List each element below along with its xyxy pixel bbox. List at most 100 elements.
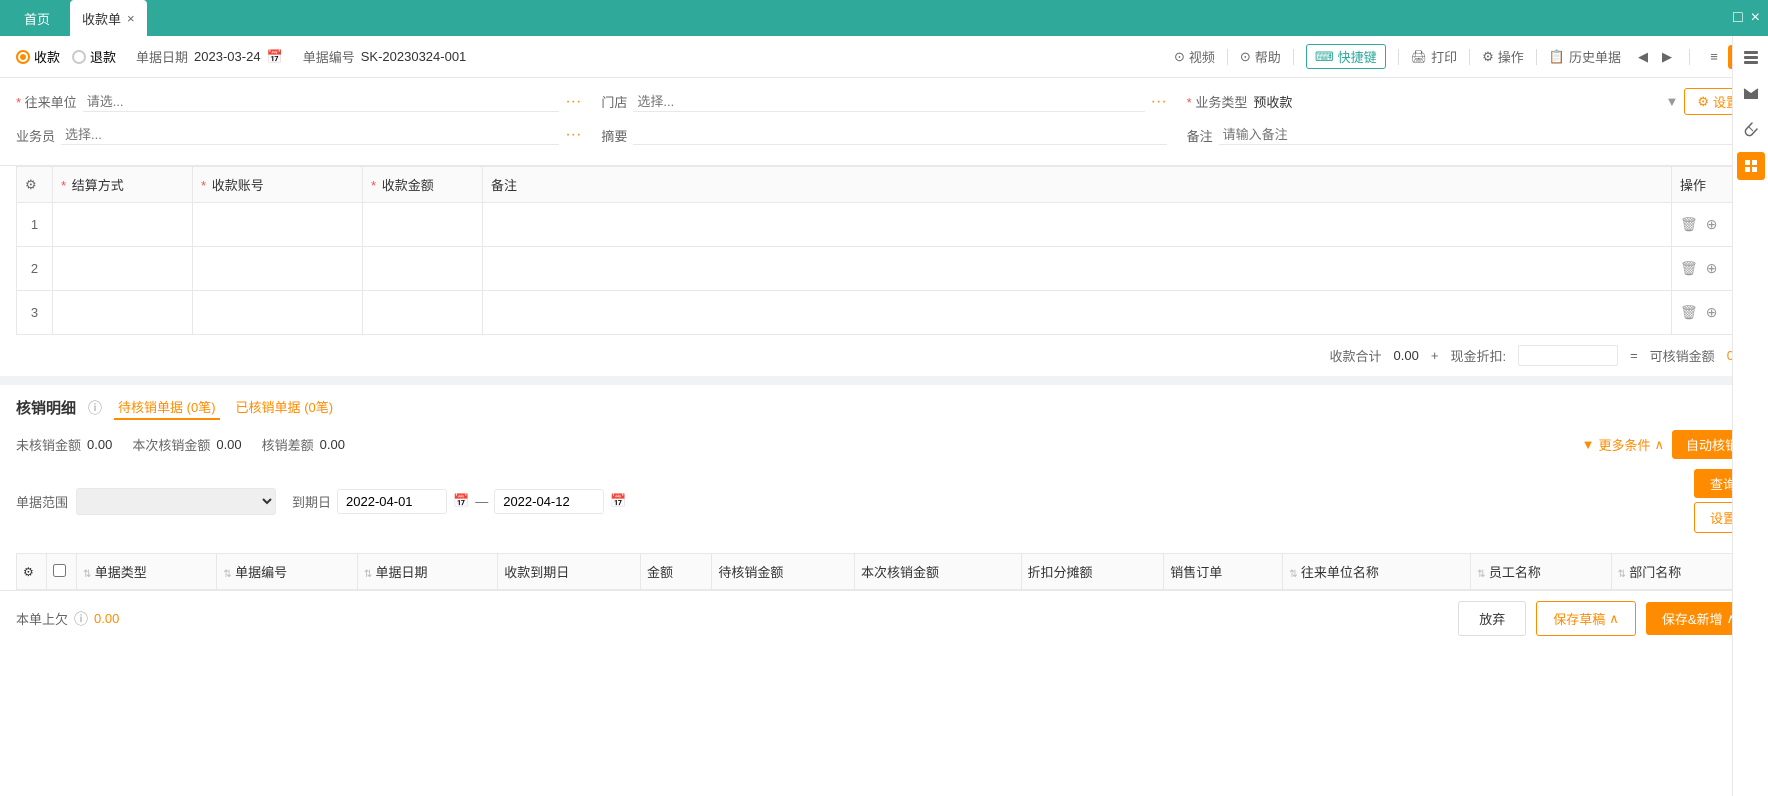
- bottom-th-settings[interactable]: ⚙: [17, 554, 47, 590]
- row-3-copy-icon[interactable]: ⊕: [1706, 304, 1718, 321]
- bottom-th-doc-type: ⇅ 单据类型: [77, 554, 217, 590]
- summary-input[interactable]: [633, 125, 1166, 145]
- bottom-col-7-label: 折扣分摊额: [1028, 565, 1093, 580]
- bottom-th-pending: 待核销金额: [712, 554, 855, 590]
- store-input[interactable]: [633, 92, 1144, 112]
- plus-sign: +: [1431, 348, 1439, 363]
- sidebar-attachment-icon[interactable]: [1737, 116, 1765, 144]
- sidebar-table-icon[interactable]: [1737, 44, 1765, 72]
- row-1-delete-icon[interactable]: 🗑: [1680, 216, 1698, 233]
- maximize-icon[interactable]: □: [1733, 9, 1743, 27]
- done-tab[interactable]: 已核销单据 (0笔): [232, 395, 338, 420]
- calendar-icon[interactable]: 📅: [267, 49, 283, 65]
- calendar-from-icon[interactable]: 📅: [453, 493, 469, 509]
- discount-input[interactable]: [1518, 345, 1618, 366]
- bottom-th-partner: ⇅ 往来单位名称: [1283, 554, 1471, 590]
- row-3-num: 3: [17, 291, 53, 335]
- radio-refund[interactable]: 退款: [72, 47, 116, 66]
- done-tab-label: 已核销单据: [236, 400, 301, 415]
- row-1-account[interactable]: [193, 203, 363, 247]
- list-view-btn[interactable]: ≡: [1702, 45, 1726, 69]
- row-1-amount[interactable]: [363, 203, 483, 247]
- row-3-account[interactable]: [193, 291, 363, 335]
- doc-range-select[interactable]: [76, 488, 276, 515]
- tab-home[interactable]: 首页: [8, 0, 66, 36]
- prev-btn[interactable]: ◀: [1633, 47, 1653, 67]
- row-2-account[interactable]: [193, 247, 363, 291]
- salesperson-input[interactable]: [61, 125, 559, 145]
- tab-close-icon[interactable]: ×: [127, 11, 135, 26]
- row-3-delete-icon[interactable]: 🗑: [1680, 304, 1698, 321]
- salesperson-field: 业务员 ···: [16, 125, 581, 145]
- business-type-dropdown-icon[interactable]: ▼: [1665, 94, 1678, 109]
- radio-receipt[interactable]: 收款: [16, 47, 60, 66]
- video-btn[interactable]: ⊙ 视频: [1174, 47, 1215, 66]
- tab-bar-right: □ ×: [1733, 9, 1760, 27]
- from-unit-more-btn[interactable]: ···: [565, 94, 581, 110]
- print-icon: 🖨: [1411, 49, 1428, 65]
- divider-1: [1227, 49, 1228, 65]
- date-to-input[interactable]: [494, 489, 604, 514]
- summary-row: 收款合计 0.00 + 现金折扣: = 可核销金额 0.00: [0, 335, 1768, 377]
- row-3-amount[interactable]: [363, 291, 483, 335]
- section-divider: [0, 377, 1768, 385]
- row-1-remark[interactable]: [483, 203, 1672, 247]
- equals-sign: =: [1630, 348, 1638, 363]
- sidebar-screen-icon[interactable]: [1737, 152, 1765, 180]
- bottom-th-checkbox[interactable]: [47, 554, 77, 590]
- bottom-col-1-label: 单据编号: [235, 565, 287, 580]
- row-2-amount[interactable]: [363, 247, 483, 291]
- store-more-btn[interactable]: ···: [1151, 94, 1167, 110]
- bottom-th-doc-date: ⇅ 单据日期: [357, 554, 497, 590]
- table-row: 1 🗑 ⊕: [17, 203, 1752, 247]
- select-all-checkbox[interactable]: [53, 564, 66, 577]
- th-amount: * 收款金额: [363, 167, 483, 203]
- calendar-to-icon[interactable]: 📅: [610, 493, 626, 509]
- pending-tab[interactable]: 待核销单据 (0笔): [114, 395, 220, 420]
- shortcut-btn[interactable]: ⌨ 快捷键: [1306, 44, 1386, 69]
- row-1-copy-icon[interactable]: ⊕: [1706, 216, 1718, 233]
- table-settings-gear-icon[interactable]: ⚙: [25, 177, 37, 192]
- row-1-num: 1: [17, 203, 53, 247]
- th-settings[interactable]: ⚙: [17, 167, 53, 203]
- history-btn[interactable]: 📋 历史单据: [1549, 47, 1621, 66]
- date-field: 单据日期 2023-03-24 📅: [136, 47, 283, 66]
- current-stat: 本次核销金额 0.00: [132, 435, 241, 454]
- from-unit-input[interactable]: [83, 92, 560, 112]
- row-2-payment[interactable]: [53, 247, 193, 291]
- row-2-remark[interactable]: [483, 247, 1672, 291]
- number-value[interactable]: SK-20230324-001: [361, 49, 467, 64]
- save-draft-btn[interactable]: 保存草稿 ∧: [1536, 601, 1636, 636]
- row-2-copy-icon[interactable]: ⊕: [1706, 260, 1718, 277]
- row-2-delete-icon[interactable]: 🗑: [1680, 260, 1698, 277]
- due-date-label: 到期日: [292, 492, 331, 511]
- bottom-col-6-label: 本次核销金额: [861, 565, 939, 580]
- next-btn[interactable]: ▶: [1657, 47, 1677, 67]
- tab-receipt-active[interactable]: 收款单 ×: [70, 0, 147, 36]
- date-from-input[interactable]: [337, 489, 447, 514]
- help-btn[interactable]: ⊙ 帮助: [1240, 47, 1281, 66]
- abandon-btn[interactable]: 放弃: [1458, 601, 1526, 636]
- row-2-num: 2: [17, 247, 53, 291]
- row-3-remark[interactable]: [483, 291, 1672, 335]
- discount-label: 现金折扣:: [1450, 346, 1506, 365]
- th-payment-method-label: 结算方式: [72, 178, 124, 193]
- row-3-payment[interactable]: [53, 291, 193, 335]
- net-label: 可核销金额: [1650, 346, 1715, 365]
- radio-receipt-circle: [16, 50, 30, 64]
- unwriteoff-stat: 未核销金额 0.00: [16, 435, 112, 454]
- salesperson-more-btn[interactable]: ···: [565, 127, 581, 143]
- writeoff-info-icon[interactable]: ⓘ: [88, 398, 102, 418]
- footer-info-icon[interactable]: ⓘ: [74, 609, 88, 629]
- date-value[interactable]: 2023-03-24: [194, 49, 261, 64]
- bottom-col-9-label: 往来单位名称: [1301, 565, 1379, 580]
- row-1-payment[interactable]: [53, 203, 193, 247]
- print-btn[interactable]: 🖨 打印: [1411, 47, 1458, 66]
- close-window-icon[interactable]: ×: [1751, 9, 1760, 27]
- footer-label: 本单上欠: [16, 609, 68, 628]
- bottom-col-8-label: 销售订单: [1170, 565, 1222, 580]
- operation-btn[interactable]: ⚙ 操作: [1482, 47, 1524, 66]
- more-filter-btn[interactable]: ▼ 更多条件 ∧: [1582, 435, 1664, 454]
- remark-input[interactable]: [1219, 125, 1752, 145]
- sidebar-mail-icon[interactable]: [1737, 80, 1765, 108]
